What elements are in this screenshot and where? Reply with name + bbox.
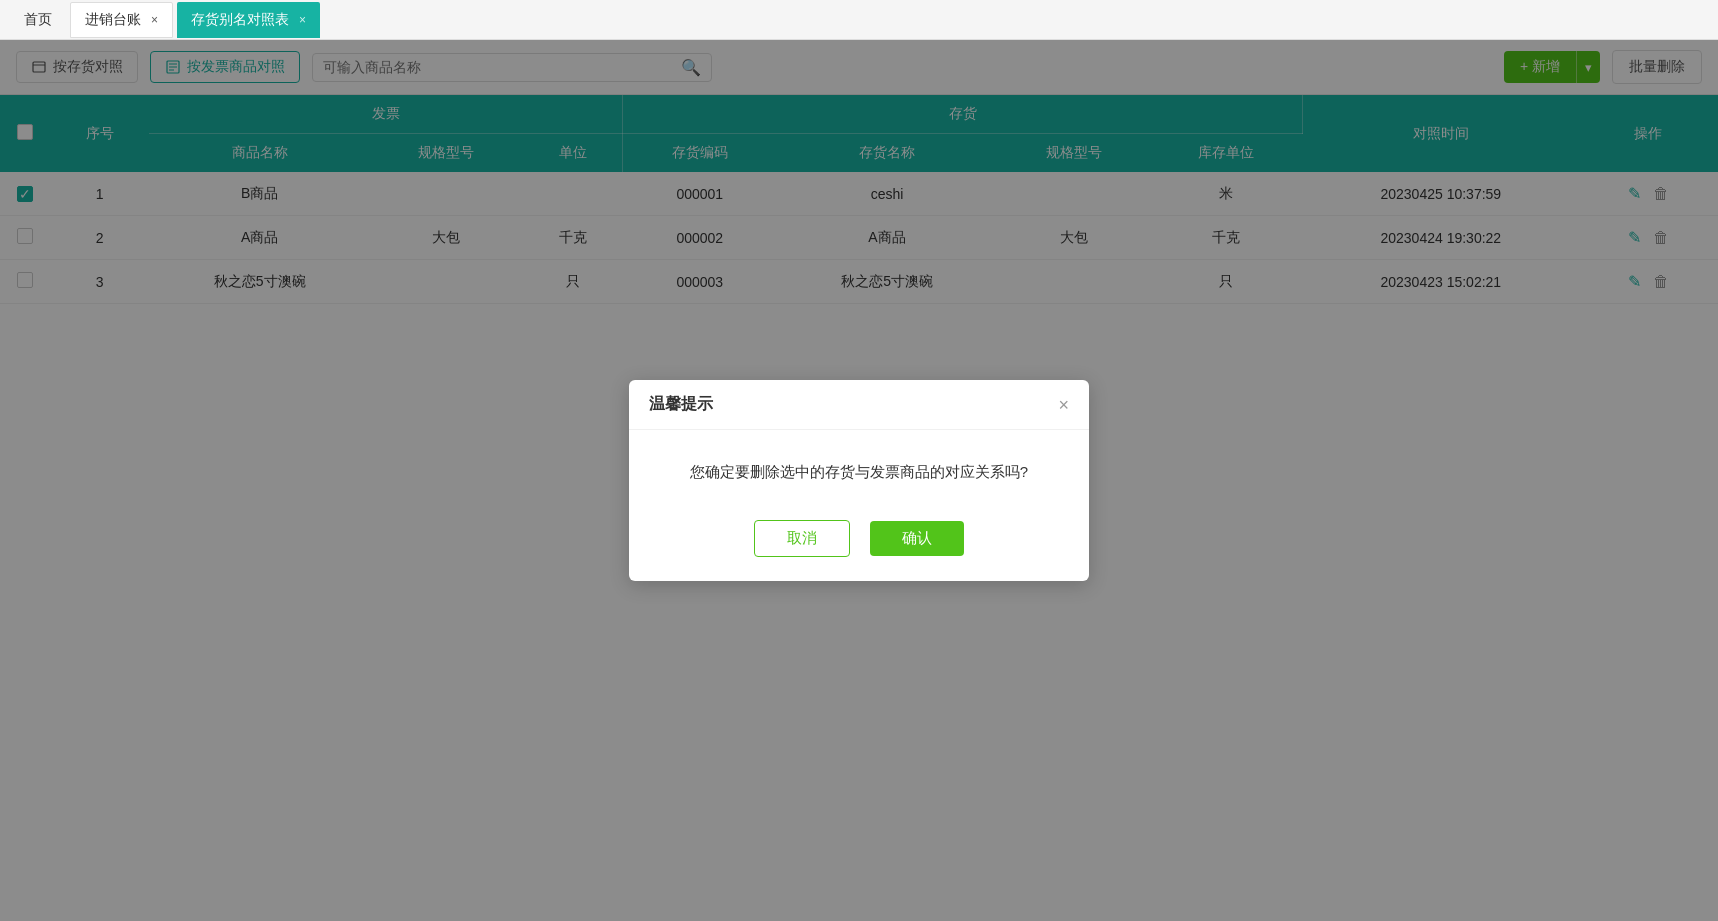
- dialog-title: 温馨提示: [649, 394, 713, 415]
- tab-sales-ledger-label: 进销台账: [85, 11, 141, 29]
- main-content: 按存货对照 按发票商品对照 🔍 + 新增 ▾: [0, 40, 1718, 921]
- dialog-header: 温馨提示 ×: [629, 380, 1089, 430]
- tab-stock-alias-close[interactable]: ×: [299, 13, 306, 27]
- tab-sales-ledger[interactable]: 进销台账 ×: [70, 2, 173, 38]
- dialog-overlay: 温馨提示 × 您确定要删除选中的存货与发票商品的对应关系吗? 取消 确认: [0, 40, 1718, 921]
- dialog-cancel-button[interactable]: 取消: [754, 520, 850, 557]
- tab-bar: 首页 进销台账 × 存货别名对照表 ×: [0, 0, 1718, 40]
- dialog-footer: 取消 确认: [629, 504, 1089, 581]
- tab-sales-ledger-close[interactable]: ×: [151, 13, 158, 27]
- tab-stock-alias[interactable]: 存货别名对照表 ×: [177, 2, 320, 38]
- tab-home[interactable]: 首页: [10, 2, 66, 38]
- dialog-confirm-button[interactable]: 确认: [870, 521, 964, 556]
- tab-stock-alias-label: 存货别名对照表: [191, 11, 289, 29]
- tab-home-label: 首页: [24, 11, 52, 29]
- confirm-dialog: 温馨提示 × 您确定要删除选中的存货与发票商品的对应关系吗? 取消 确认: [629, 380, 1089, 581]
- dialog-message: 您确定要删除选中的存货与发票商品的对应关系吗?: [690, 463, 1028, 480]
- dialog-close-button[interactable]: ×: [1058, 396, 1069, 414]
- dialog-body: 您确定要删除选中的存货与发票商品的对应关系吗?: [629, 430, 1089, 504]
